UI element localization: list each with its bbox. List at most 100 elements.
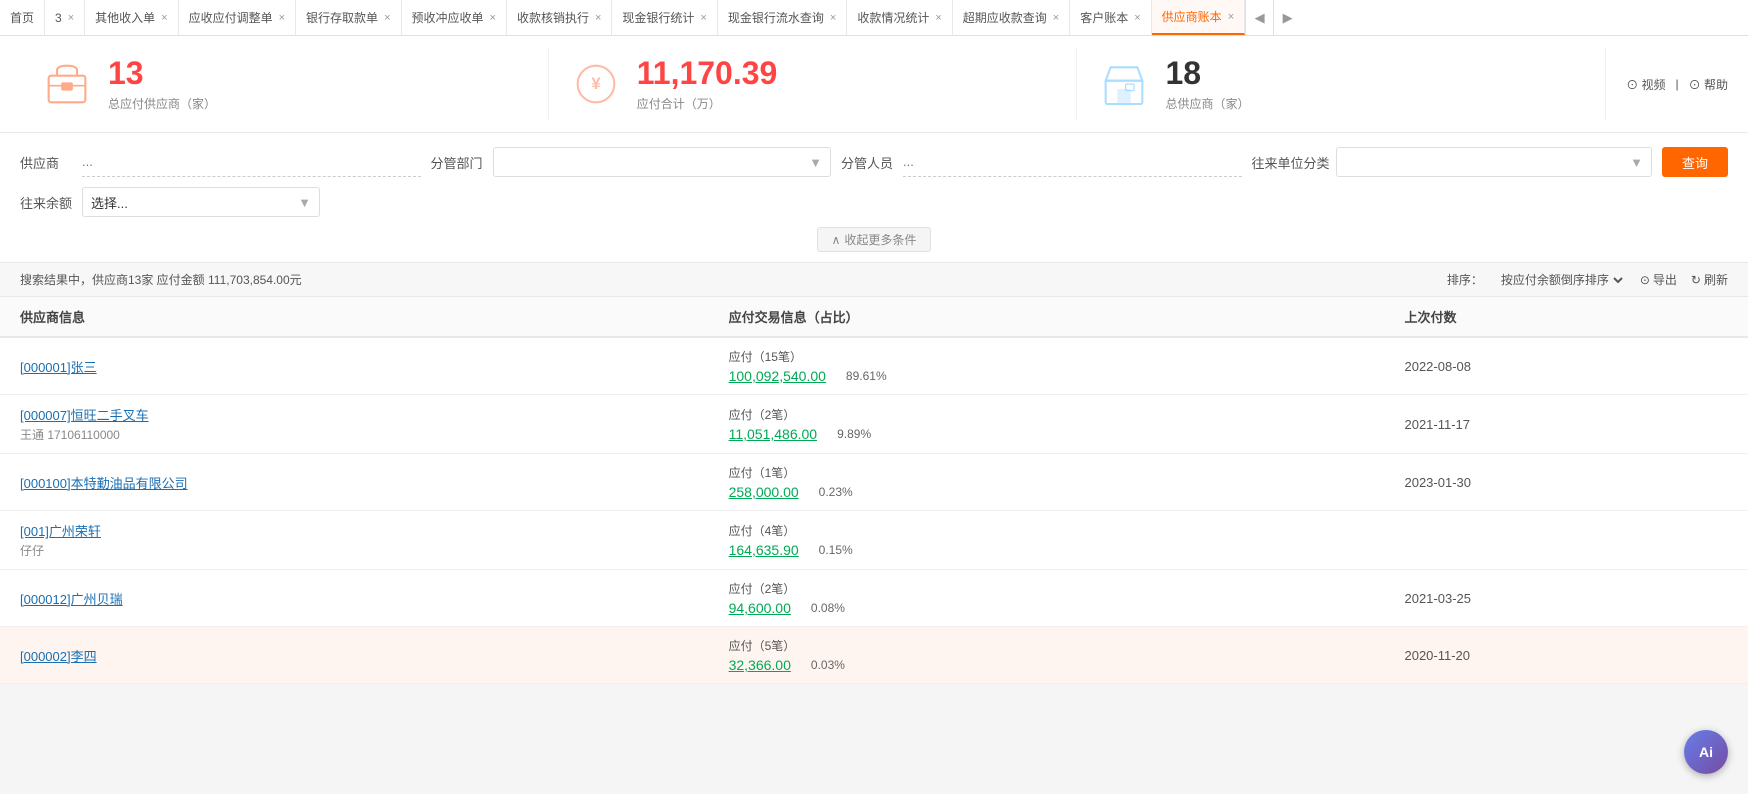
filter-dept: 分管部门 ▼ bbox=[431, 147, 832, 177]
nav-tab-3[interactable]: 3 × bbox=[45, 0, 85, 35]
balance-dropdown[interactable]: 选择... ▼ bbox=[82, 187, 320, 217]
close-icon[interactable]: × bbox=[935, 12, 941, 24]
last-pay-cell: 2021-03-25 bbox=[1384, 570, 1748, 627]
nav-tab-collection-stats[interactable]: 收款情况统计 × bbox=[847, 0, 952, 35]
table-header: 供应商信息 应付交易信息（占比） 上次付数 bbox=[0, 297, 1748, 337]
sort-select[interactable]: 按应付余额倒序排序 按应付余额升序排序 bbox=[1497, 272, 1626, 288]
supplier-link[interactable]: [000007]恒旺二手叉车 bbox=[20, 405, 689, 424]
col-header-last-pay: 上次付数 bbox=[1384, 297, 1748, 337]
nav-tab-collection[interactable]: 收款核销执行 × bbox=[507, 0, 612, 35]
nav-tab-cash-bank-stats-label: 现金银行统计 bbox=[622, 9, 694, 26]
person-input[interactable] bbox=[903, 147, 1242, 177]
supplier-table: 供应商信息 应付交易信息（占比） 上次付数 [000001]张三 应付（15笔）… bbox=[0, 297, 1748, 684]
tx-count: 应付（5笔） bbox=[729, 637, 1365, 654]
nav-tab-home[interactable]: 首页 bbox=[0, 0, 45, 35]
supplier-cell: [000012]广州贝瑞 bbox=[0, 570, 709, 627]
supplier-sub: 仔仔 bbox=[20, 542, 689, 559]
nav-tab-adjust[interactable]: 应收应付调整单 × bbox=[179, 0, 296, 35]
result-info-text: 搜索结果中，供应商13家 应付金额 111,703,854.00元 bbox=[20, 273, 302, 287]
supplier-link[interactable]: [000001]张三 bbox=[20, 357, 689, 376]
search-button[interactable]: 查询 bbox=[1662, 147, 1728, 177]
amount-link[interactable]: 164,635.90 bbox=[729, 542, 799, 558]
last-pay-cell: 2020-11-20 bbox=[1384, 627, 1748, 684]
nav-arrow-left[interactable]: ◀ bbox=[1245, 0, 1273, 36]
last-pay-cell: 2021-11-17 bbox=[1384, 395, 1748, 454]
collapse-button[interactable]: ∧ 收起更多条件 bbox=[817, 227, 932, 252]
nav-tab-advance[interactable]: 预收冲应收单 × bbox=[402, 0, 507, 35]
supplier-link[interactable]: [000100]本特勤油品有限公司 bbox=[20, 473, 689, 492]
nav-tab-overdue[interactable]: 超期应收款查询 × bbox=[953, 0, 1070, 35]
supplier-link[interactable]: [001]广州荣轩 bbox=[20, 521, 689, 540]
table-row: [000001]张三 应付（15笔） 100,092,540.00 89.61%… bbox=[0, 337, 1748, 395]
chevron-up-icon: ∧ bbox=[832, 233, 841, 247]
amount-link[interactable]: 11,051,486.00 bbox=[729, 426, 818, 442]
nav-tab-cash-bank-stats[interactable]: 现金银行统计 × bbox=[612, 0, 717, 35]
filter-row-1: 供应商 分管部门 ▼ 分管人员 往来单位分类 ▼ 查询 bbox=[20, 147, 1728, 177]
result-info: 搜索结果中，供应商13家 应付金额 111,703,854.00元 bbox=[20, 271, 302, 288]
dept-dropdown[interactable]: ▼ bbox=[493, 147, 832, 177]
help-link[interactable]: ⊙ 帮助 bbox=[1689, 76, 1728, 93]
amount-link[interactable]: 100,092,540.00 bbox=[729, 368, 826, 384]
table-row: [000100]本特勤油品有限公司 应付（1笔） 258,000.00 0.23… bbox=[0, 454, 1748, 511]
export-button[interactable]: ⊙ 导出 bbox=[1640, 271, 1677, 288]
tx-count: 应付（2笔） bbox=[729, 580, 1365, 597]
nav-tab-cash-flow[interactable]: 现金银行流水查询 × bbox=[718, 0, 847, 35]
sort-label: 排序： bbox=[1447, 271, 1483, 288]
close-icon[interactable]: × bbox=[595, 12, 601, 24]
supplier-input[interactable] bbox=[82, 147, 421, 177]
close-icon[interactable]: × bbox=[490, 12, 496, 24]
nav-arrow-right[interactable]: ▶ bbox=[1273, 0, 1301, 36]
ai-button[interactable]: Ai bbox=[1684, 730, 1728, 774]
table-row: [000002]李四 应付（5笔） 32,366.00 0.03% 2020-1… bbox=[0, 627, 1748, 684]
supplier-link[interactable]: [000002]李四 bbox=[20, 646, 689, 665]
chevron-down-icon: ▼ bbox=[1630, 155, 1643, 170]
top-navigation: 首页 3 × 其他收入单 × 应收应付调整单 × 银行存取款单 × 预收冲应收单… bbox=[0, 0, 1748, 36]
pct-text: 89.61% bbox=[846, 369, 887, 383]
close-icon[interactable]: × bbox=[279, 12, 285, 24]
export-icon: ⊙ bbox=[1640, 273, 1650, 287]
close-icon[interactable]: × bbox=[161, 12, 167, 24]
nav-tab-bank[interactable]: 银行存取款单 × bbox=[296, 0, 401, 35]
last-pay-date: 2020-11-20 bbox=[1404, 648, 1470, 663]
refresh-icon: ↻ bbox=[1691, 273, 1701, 287]
ai-label: Ai bbox=[1699, 744, 1713, 760]
amount-icon: ¥ bbox=[569, 57, 623, 111]
close-icon[interactable]: × bbox=[700, 12, 706, 24]
stat-card-payable-amount: ¥ 11,170.39 应付合计（万） bbox=[549, 48, 1078, 120]
amount-link[interactable]: 258,000.00 bbox=[729, 484, 799, 500]
unit-type-dropdown[interactable]: ▼ bbox=[1336, 147, 1652, 177]
last-pay-cell bbox=[1384, 511, 1748, 570]
nav-tab-collection-stats-label: 收款情况统计 bbox=[857, 9, 929, 26]
video-link[interactable]: ⊙ 视频 bbox=[1626, 76, 1665, 93]
close-icon[interactable]: × bbox=[384, 12, 390, 24]
supplier-link[interactable]: [000012]广州贝瑞 bbox=[20, 589, 689, 608]
stat-label-payable-vendors: 总应付供应商（家） bbox=[108, 95, 216, 112]
close-icon[interactable]: × bbox=[1134, 12, 1140, 24]
supplier-sub: 王通 17106110000 bbox=[20, 426, 689, 443]
close-icon[interactable]: × bbox=[1228, 11, 1234, 23]
chevron-down-icon: ▼ bbox=[298, 195, 311, 210]
nav-tab-other-income[interactable]: 其他收入单 × bbox=[85, 0, 178, 35]
close-icon[interactable]: × bbox=[68, 12, 74, 24]
amount-link[interactable]: 32,366.00 bbox=[729, 657, 791, 673]
amount-link[interactable]: 94,600.00 bbox=[729, 600, 791, 616]
stat-label-payable-amount: 应付合计（万） bbox=[637, 95, 778, 112]
close-icon[interactable]: × bbox=[1053, 12, 1059, 24]
table-body: [000001]张三 应付（15笔） 100,092,540.00 89.61%… bbox=[0, 337, 1748, 684]
refresh-label: 刷新 bbox=[1704, 271, 1728, 288]
nav-tab-supplier-book[interactable]: 供应商账本 × bbox=[1152, 0, 1245, 35]
supplier-cell: [000007]恒旺二手叉车 王通 17106110000 bbox=[0, 395, 709, 454]
supplier-cell: [000001]张三 bbox=[0, 337, 709, 395]
tx-cell: 应付（2笔） 94,600.00 0.08% bbox=[709, 570, 1385, 627]
tx-cell: 应付（2笔） 11,051,486.00 9.89% bbox=[709, 395, 1385, 454]
refresh-button[interactable]: ↻ 刷新 bbox=[1691, 271, 1728, 288]
nav-tab-customer-book[interactable]: 客户账本 × bbox=[1070, 0, 1151, 35]
nav-tab-home-label: 首页 bbox=[10, 9, 34, 26]
last-pay-cell: 2022-08-08 bbox=[1384, 337, 1748, 395]
tx-cell: 应付（4笔） 164,635.90 0.15% bbox=[709, 511, 1385, 570]
filter-area: 供应商 分管部门 ▼ 分管人员 往来单位分类 ▼ 查询 往来 bbox=[0, 133, 1748, 263]
pct-text: 0.03% bbox=[811, 658, 845, 672]
close-icon[interactable]: × bbox=[830, 12, 836, 24]
stat-number-payable-amount: 11,170.39 bbox=[637, 56, 778, 91]
filter-unit-type: 往来单位分类 ▼ bbox=[1252, 147, 1653, 177]
